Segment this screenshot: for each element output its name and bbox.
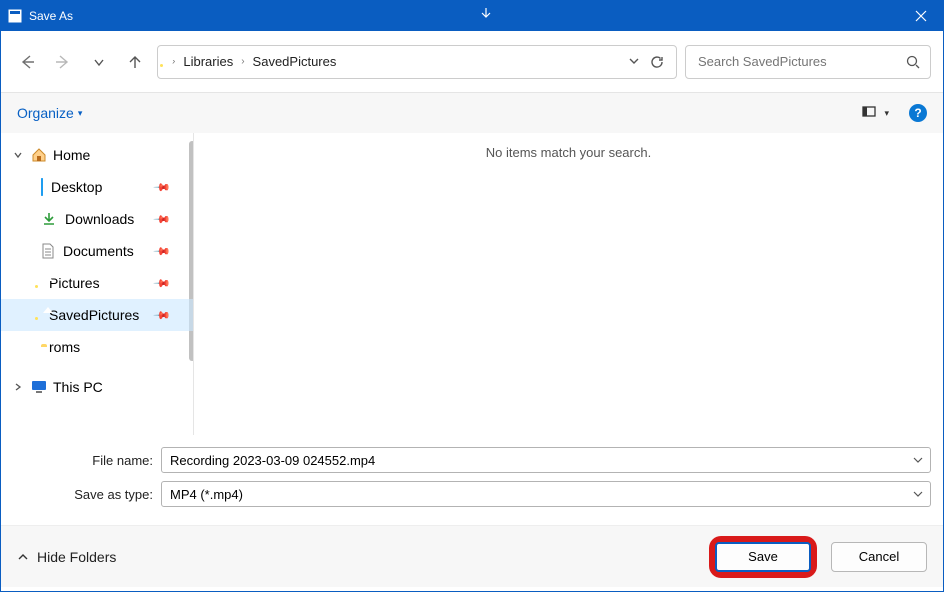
save-button-highlight: Save — [709, 536, 817, 578]
chevron-up-icon — [17, 551, 29, 563]
chevron-down-icon: ▾ — [884, 108, 889, 119]
hide-folders-button[interactable]: Hide Folders — [17, 549, 116, 565]
pin-icon: 📌 — [153, 274, 172, 293]
sidebar-item-label: Documents — [63, 243, 134, 259]
expand-icon[interactable] — [13, 382, 25, 392]
search-icon[interactable] — [906, 55, 920, 69]
search-input[interactable] — [696, 53, 906, 70]
close-button[interactable] — [899, 1, 943, 31]
sidebar-item-pictures[interactable]: Pictures 📌 — [1, 267, 193, 299]
home-icon — [31, 147, 47, 163]
search-box[interactable] — [685, 45, 931, 79]
document-icon — [41, 243, 55, 259]
toolbar: Organize ▾ ▾ ? — [1, 93, 943, 133]
chevron-right-icon: › — [241, 56, 244, 67]
view-button[interactable]: ▾ — [862, 106, 889, 120]
cancel-button[interactable]: Cancel — [831, 542, 927, 572]
pin-icon: 📌 — [153, 306, 172, 325]
chevron-down-icon: ▾ — [78, 108, 83, 119]
sidebar-item-label: Home — [53, 147, 90, 163]
save-fields: File name: Recording 2023-03-09 024552.m… — [1, 435, 943, 525]
sidebar-item-desktop[interactable]: Desktop 📌 — [1, 171, 193, 203]
pin-icon: 📌 — [153, 210, 172, 229]
sidebar-item-label: Pictures — [49, 275, 100, 291]
sidebar-item-label: roms — [49, 339, 80, 355]
dialog-footer: Hide Folders Save Cancel — [1, 525, 943, 587]
title-bar: Save As — [1, 1, 943, 31]
download-icon — [41, 211, 57, 227]
pc-icon — [31, 380, 47, 394]
sidebar: Home Desktop 📌 Downloads 📌 Documents 📌 P… — [1, 133, 193, 435]
help-button[interactable]: ? — [909, 104, 927, 122]
desktop-icon — [41, 179, 43, 195]
organize-button[interactable]: Organize ▾ — [17, 105, 82, 121]
sidebar-item-label: SavedPictures — [49, 307, 139, 323]
titlebar-spacer — [73, 11, 899, 21]
filename-value: Recording 2023-03-09 024552.mp4 — [170, 453, 375, 468]
sidebar-item-label: Desktop — [51, 179, 102, 195]
nav-bar: › Libraries › SavedPictures — [1, 31, 943, 93]
chevron-down-icon[interactable] — [912, 454, 924, 466]
main-body: Home Desktop 📌 Downloads 📌 Documents 📌 P… — [1, 133, 943, 435]
sidebar-item-documents[interactable]: Documents 📌 — [1, 235, 193, 267]
collapse-icon[interactable] — [13, 150, 25, 160]
sidebar-item-label: Downloads — [65, 211, 134, 227]
up-button[interactable] — [121, 48, 149, 76]
forward-button[interactable] — [49, 48, 77, 76]
filename-field[interactable]: Recording 2023-03-09 024552.mp4 — [161, 447, 931, 473]
sidebar-item-home[interactable]: Home — [1, 139, 193, 171]
sidebar-item-roms[interactable]: roms — [1, 331, 193, 363]
hide-folders-label: Hide Folders — [37, 549, 116, 565]
breadcrumb-item[interactable]: Libraries — [181, 54, 235, 69]
content-area: No items match your search. — [193, 133, 943, 435]
refresh-icon[interactable] — [650, 55, 664, 69]
sidebar-item-this-pc[interactable]: This PC — [1, 371, 193, 403]
saveas-type-field[interactable]: MP4 (*.mp4) — [161, 481, 931, 507]
saveas-label: Save as type: — [13, 487, 153, 502]
sidebar-item-downloads[interactable]: Downloads 📌 — [1, 203, 193, 235]
app-icon — [7, 8, 23, 24]
chevron-down-icon[interactable] — [912, 488, 924, 500]
address-bar[interactable]: › Libraries › SavedPictures — [157, 45, 677, 79]
organize-label: Organize — [17, 105, 74, 121]
saveas-value: MP4 (*.mp4) — [170, 487, 243, 502]
window-title: Save As — [29, 9, 73, 23]
sidebar-item-label: This PC — [53, 379, 103, 395]
cursor-icon — [480, 7, 492, 21]
pin-icon: 📌 — [153, 242, 172, 261]
save-button[interactable]: Save — [715, 542, 811, 572]
filename-label: File name: — [13, 453, 153, 468]
empty-state-text: No items match your search. — [486, 145, 651, 435]
address-dropdown-icon[interactable] — [628, 55, 640, 69]
pin-icon: 📌 — [153, 178, 172, 197]
sidebar-item-saved-pictures[interactable]: SavedPictures 📌 — [1, 299, 193, 331]
recent-locations-button[interactable] — [85, 48, 113, 76]
breadcrumb-item[interactable]: SavedPictures — [251, 54, 339, 69]
back-button[interactable] — [13, 48, 41, 76]
